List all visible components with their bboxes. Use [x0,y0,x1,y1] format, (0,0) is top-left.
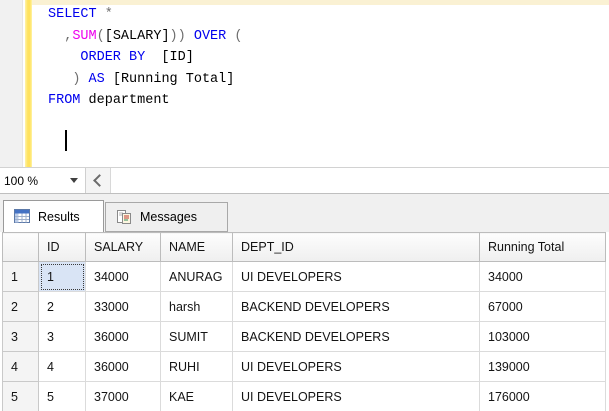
sql-editor[interactable]: SELECT * ,SUM([SALARY])) OVER ( ORDER BY… [0,0,609,167]
grid-cell[interactable]: 2 [38,291,86,322]
column-header[interactable]: SALARY [85,232,161,262]
grid-cell[interactable]: SUMIT [160,321,233,352]
tab-messages-label: Messages [140,210,197,224]
column-header[interactable]: DEPT_ID [232,232,480,262]
column-header[interactable] [2,232,39,262]
grid-cell[interactable]: 33000 [85,291,161,322]
grid-cell[interactable]: 139000 [479,351,606,382]
column-header[interactable]: Running Total [479,232,606,262]
grid-cell[interactable]: harsh [160,291,233,322]
grid-cell[interactable]: 67000 [479,291,606,322]
editor-bottom-bar: 100 % [0,167,609,194]
ssms-query-window: SELECT * ,SUM([SALARY])) OVER ( ORDER BY… [0,0,609,411]
grid-cell[interactable]: 3 [38,321,86,352]
grid-cell[interactable]: UI DEVELOPERS [232,261,480,292]
grid-cell[interactable]: 176000 [479,381,606,411]
code-line: FROM department [48,93,170,108]
tab-results-label: Results [38,209,80,224]
messages-icon [117,210,131,224]
row-number-cell[interactable]: 5 [2,381,39,411]
grid-cell[interactable]: UI DEVELOPERS [232,381,480,411]
row-number-cell[interactable]: 4 [2,351,39,382]
row-number-cell[interactable]: 3 [2,321,39,352]
grid-cell[interactable]: BACKEND DEVELOPERS [232,291,480,322]
horizontal-scrollbar[interactable] [111,168,609,193]
table-row: 5 5 37000 KAE UI DEVELOPERS 176000 [2,381,606,411]
code-line: ,SUM([SALARY])) OVER ( [64,28,243,44]
editor-selection-margin [0,0,23,167]
table-row: 2 2 33000 harsh BACKEND DEVELOPERS 67000 [2,291,606,322]
code-line: SELECT * [48,7,113,22]
grid-cell[interactable]: 5 [38,381,86,411]
change-tracking-bar [25,0,32,167]
grid-cell[interactable]: 34000 [85,261,161,292]
text-cursor [65,130,67,151]
grid-cell[interactable]: 36000 [85,351,161,382]
results-grid: ID SALARY NAME DEPT_ID Running Total 1 1 34000… [2,232,606,411]
table-row: 4 4 36000 RUHI UI DEVELOPERS 139000 [2,351,606,382]
tab-results[interactable]: Results [3,200,104,232]
grid-cell[interactable]: 37000 [85,381,161,411]
chevron-down-icon [70,178,78,183]
results-tabstrip: Results Messages [0,194,609,232]
grid-header: ID SALARY NAME DEPT_ID Running Total [2,232,606,262]
grid-cell[interactable]: UI DEVELOPERS [232,351,480,382]
table-row: 1 1 34000 ANURAG UI DEVELOPERS 34000 [2,261,606,292]
tab-messages[interactable]: Messages [105,202,228,232]
grid-cell[interactable]: BACKEND DEVELOPERS [232,321,480,352]
scroll-left-button[interactable] [86,168,111,193]
grid-cell[interactable]: 34000 [479,261,606,292]
chevron-left-icon [93,174,106,187]
code-line: ORDER BY [ID] [80,50,194,65]
grid-cell[interactable]: 1 [38,261,86,292]
zoom-level-dropdown[interactable]: 100 % [0,168,86,193]
sql-code[interactable]: SELECT * ,SUM([SALARY])) OVER ( ORDER BY… [48,4,242,112]
results-grid-icon [14,209,30,223]
row-number-cell[interactable]: 2 [2,291,39,322]
grid-cell[interactable]: RUHI [160,351,233,382]
column-header[interactable]: ID [38,232,86,262]
table-row: 3 3 36000 SUMIT BACKEND DEVELOPERS 103000 [2,321,606,352]
grid-cell[interactable]: ANURAG [160,261,233,292]
grid-cell[interactable]: 103000 [479,321,606,352]
code-line: ) AS [Running Total] [72,71,235,87]
row-number-cell[interactable]: 1 [2,261,39,292]
grid-cell[interactable]: 4 [38,351,86,382]
zoom-level-value: 100 % [4,173,39,188]
grid-cell[interactable]: 36000 [85,321,161,352]
grid-cell[interactable]: KAE [160,381,233,411]
column-header[interactable]: NAME [160,232,233,262]
